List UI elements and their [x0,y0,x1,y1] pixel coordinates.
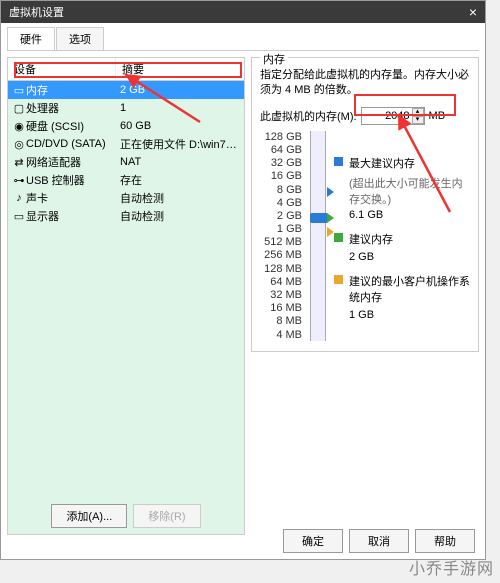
device-label: 处理器 [26,100,120,116]
device-list[interactable]: ▭内存2 GB▢处理器1◉硬盘 (SCSI)60 GB◎CD/DVD (SATA… [8,81,244,498]
device-summary: NAT [120,156,240,168]
tick-label: 16 MB [260,302,302,314]
help-button[interactable]: 帮助 [415,529,475,553]
device-list-header: 设备 摘要 [8,58,244,81]
tick-label: 2 GB [260,210,302,222]
tick-label: 32 MB [260,289,302,301]
rec-marker-icon [327,213,334,223]
square-blue-icon [334,157,343,166]
tab-hardware[interactable]: 硬件 [7,27,55,50]
title-bar: 虚拟机设置 × [1,1,485,23]
remove-button[interactable]: 移除(R) [133,504,200,528]
device-summary: 自动检测 [120,208,240,224]
tick-label: 8 GB [260,184,302,196]
device-summary: 1 [120,102,240,114]
tick-label: 1 GB [260,223,302,235]
device-row[interactable]: ▭内存2 GB [8,81,244,99]
device-row[interactable]: ◎CD/DVD (SATA)正在使用文件 D:\win7镜像\wi... [8,135,244,153]
device-icon: ⊶ [12,174,26,187]
memory-panel: 内存 指定分配给此虚拟机的内存量。内存大小必须为 4 MB 的倍数。 此虚拟机的… [251,57,479,535]
device-icon: ▭ [12,84,26,97]
tick-label: 16 GB [260,170,302,182]
memory-ticks: 128 GB64 GB32 GB16 GB 8 GB4 GB2 GB1 GB512… [260,131,302,341]
device-label: 声卡 [26,190,120,206]
header-summary: 摘要 [116,58,244,80]
header-device: 设备 [8,58,116,80]
min-val: 1 GB [349,309,470,321]
square-orange-icon [334,275,343,284]
ok-button[interactable]: 确定 [283,529,343,553]
device-icon: ▢ [12,102,26,115]
max-label: 最大建议内存 [349,155,415,171]
max-marker-icon [327,187,334,197]
spin-down-icon[interactable]: ▾ [412,116,424,124]
min-label: 建议的最小客户机操作系统内存 [349,273,470,305]
device-summary: 自动检测 [120,190,240,206]
memory-desc: 指定分配给此虚拟机的内存量。内存大小必须为 4 MB 的倍数。 [260,68,470,99]
max-note: (超出此大小可能发生内存交换。) [349,175,470,207]
device-label: USB 控制器 [26,172,120,188]
rec-label: 建议内存 [349,231,393,247]
device-row[interactable]: ◉硬盘 (SCSI)60 GB [8,117,244,135]
close-icon[interactable]: × [469,4,477,20]
watermark: 小乔手游网 [409,555,494,579]
device-label: 硬盘 (SCSI) [26,118,120,134]
dialog-buttons: 确定 取消 帮助 [283,529,475,553]
device-icon: ▭ [12,210,26,223]
device-summary: 60 GB [120,120,240,132]
device-icon: ◉ [12,120,26,133]
device-row[interactable]: ⇄网络适配器NAT [8,153,244,171]
tick-label: 8 MB [260,315,302,327]
device-row[interactable]: ♪声卡自动检测 [8,189,244,207]
memory-slider[interactable] [310,131,326,341]
memory-group: 内存 指定分配给此虚拟机的内存量。内存大小必须为 4 MB 的倍数。 此虚拟机的… [251,57,479,352]
memory-legend: 最大建议内存 (超出此大小可能发生内存交换。) 6.1 GB 建议内存 2 GB… [334,131,470,341]
device-label: 显示器 [26,208,120,224]
device-summary: 存在 [120,172,240,188]
tick-label: 512 MB [260,236,302,248]
memory-field-label: 此虚拟机的内存(M): [260,108,357,124]
settings-window: 虚拟机设置 × 硬件 选项 设备 摘要 ▭内存2 GB▢处理器1◉硬盘 (SCS… [0,0,486,560]
device-summary: 正在使用文件 D:\win7镜像\wi... [120,136,240,152]
tick-label: 256 MB [260,249,302,261]
rec-val: 2 GB [349,251,470,263]
tick-label: 4 GB [260,197,302,209]
device-summary: 2 GB [120,84,240,96]
tab-strip: 硬件 选项 [7,27,479,51]
add-button[interactable]: 添加(A)... [51,504,127,528]
tick-label: 64 GB [260,144,302,156]
tab-options[interactable]: 选项 [56,27,104,50]
max-val: 6.1 GB [349,209,470,221]
memory-unit: MB [429,110,446,122]
device-icon: ◎ [12,138,26,151]
device-row[interactable]: ▭显示器自动检测 [8,207,244,225]
cancel-button[interactable]: 取消 [349,529,409,553]
window-title: 虚拟机设置 [9,4,64,20]
device-panel: 设备 摘要 ▭内存2 GB▢处理器1◉硬盘 (SCSI)60 GB◎CD/DVD… [7,57,245,535]
group-title: 内存 [260,51,288,67]
device-label: 内存 [26,82,120,98]
min-marker-icon [327,227,334,237]
device-row[interactable]: ⊶USB 控制器存在 [8,171,244,189]
tick-label: 128 MB [260,263,302,275]
square-green-icon [334,233,343,242]
device-label: CD/DVD (SATA) [26,138,120,150]
device-icon: ♪ [12,192,26,204]
tick-label: 64 MB [260,276,302,288]
spin-up-icon[interactable]: ▴ [412,108,424,116]
tick-label: 128 GB [260,131,302,143]
tick-label: 32 GB [260,157,302,169]
device-label: 网络适配器 [26,154,120,170]
device-icon: ⇄ [12,156,26,169]
slider-thumb[interactable] [310,213,328,223]
tick-label: 4 MB [260,329,302,341]
device-row[interactable]: ▢处理器1 [8,99,244,117]
